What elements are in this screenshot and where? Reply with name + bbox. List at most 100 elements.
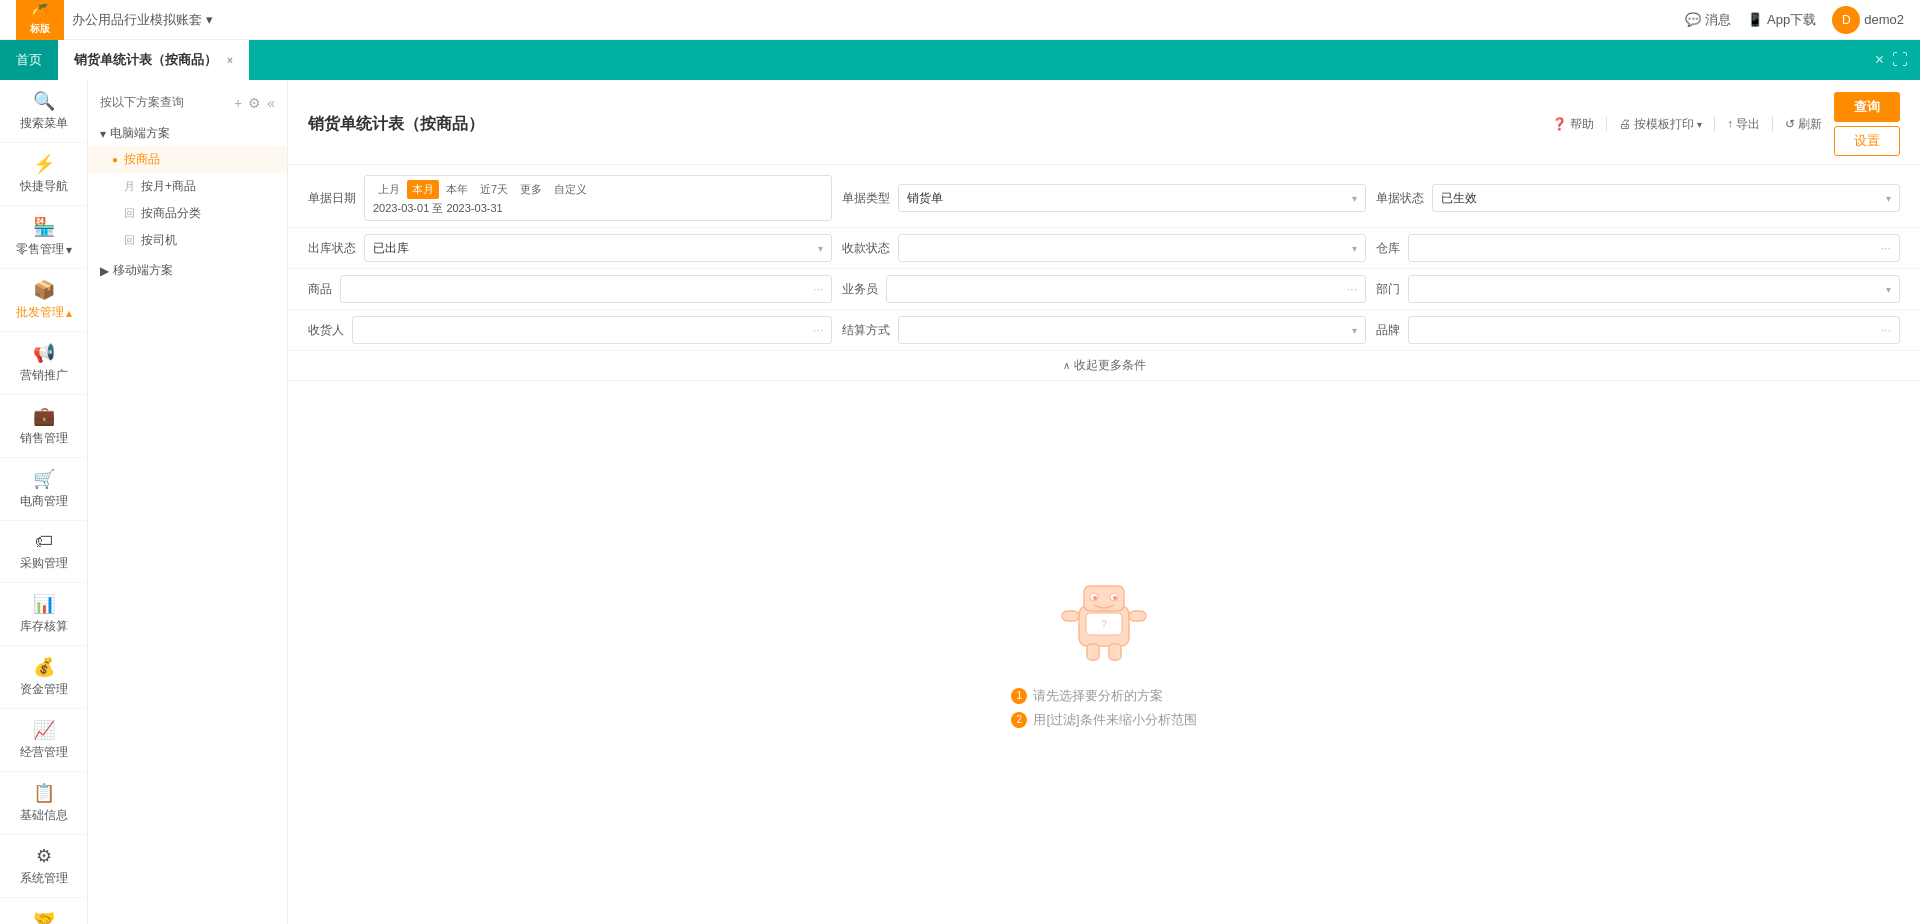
wholesale-arrow-icon: ▴: [66, 306, 72, 320]
sidebar-item-system[interactable]: ⚙ 系统管理: [0, 835, 87, 898]
help-btn[interactable]: ❓ 帮助: [1552, 116, 1594, 133]
sidebar-item-search-menu[interactable]: 🔍 搜索菜单: [0, 80, 87, 143]
tab-active[interactable]: 销货单统计表（按商品） ×: [58, 40, 249, 80]
filter-payment-control[interactable]: ▾: [898, 316, 1366, 344]
message-btn[interactable]: 💬 消息: [1685, 11, 1731, 29]
refresh-icon: ↺: [1785, 117, 1795, 131]
settings-btn[interactable]: 设置: [1834, 126, 1900, 156]
scheme-item-by-goods-category[interactable]: 回 按商品分类: [88, 200, 287, 227]
filter-goods-label: 商品: [308, 281, 340, 298]
window-max-icon[interactable]: ⛶: [1892, 51, 1908, 69]
operations-icon: 📈: [33, 719, 55, 741]
empty-tips: 1 请先选择要分析的方案 2 用[过滤]条件来缩小分析范围: [1011, 687, 1196, 735]
sidebar-item-retail[interactable]: 🏪 零售管理 ▾: [0, 206, 87, 269]
sidebar-item-quick-nav[interactable]: ⚡ 快捷导航: [0, 143, 87, 206]
filter-warehouse-control[interactable]: ···: [1408, 234, 1900, 262]
sidebar-item-ecommerce[interactable]: 🛒 电商管理: [0, 458, 87, 521]
out-status-dropdown-icon: ▾: [818, 243, 823, 254]
tip2-text: 用[过滤]条件来缩小分析范围: [1033, 711, 1196, 729]
scheme-group-mobile-header[interactable]: ▶ 移动端方案: [88, 258, 287, 283]
app-download-btn[interactable]: 📱 App下载: [1747, 11, 1816, 29]
filter-date-control[interactable]: 上月 本月 本年 近7天 更多 自定义 2023-03-01 至 2023-03…: [364, 175, 832, 221]
sidebar-label-marketing: 营销推广: [20, 367, 68, 384]
sidebar-item-marketing[interactable]: 📢 营销推广: [0, 332, 87, 395]
content-area: 按以下方案查询 + ⚙ « ▾ 电脑端方案 ● 按商品 月: [88, 80, 1920, 924]
date-btn-7days[interactable]: 近7天: [475, 180, 513, 199]
message-label: 消息: [1705, 11, 1731, 29]
filter-brand: 品牌 ···: [1376, 316, 1900, 344]
filter-type-control[interactable]: 销货单 ▾: [898, 184, 1366, 212]
svg-rect-9: [1109, 644, 1121, 660]
collapse-btn[interactable]: ∧ 收起更多条件: [288, 351, 1920, 381]
scheme-item-by-goods-category-label: 按商品分类: [141, 205, 201, 222]
date-btn-last-month[interactable]: 上月: [373, 180, 405, 199]
search-icon: 🔍: [33, 90, 55, 112]
filter-dept-label: 部门: [1376, 281, 1408, 298]
scheme-group-pc: ▾ 电脑端方案 ● 按商品 月 按月+商品 回 按商品分类 回 按司机: [88, 121, 287, 254]
sidebar-item-basics[interactable]: 📋 基础信息: [0, 772, 87, 835]
print-icon: 🖨: [1619, 117, 1631, 131]
app-dropdown-icon: ▾: [206, 12, 213, 27]
tab-close-icon[interactable]: ×: [227, 55, 233, 66]
main-action-btns: 查询 设置: [1834, 92, 1900, 156]
query-btn[interactable]: 查询: [1834, 92, 1900, 122]
sidebar-label-purchase: 采购管理: [20, 555, 68, 572]
export-btn[interactable]: ↑ 导出: [1727, 116, 1760, 133]
filter-out-status-control[interactable]: 已出库 ▾: [364, 234, 832, 262]
scheme-item-by-cashier[interactable]: 回 按司机: [88, 227, 287, 254]
scheme-item-by-goods[interactable]: ● 按商品: [88, 146, 287, 173]
refresh-btn[interactable]: ↺ 刷新: [1785, 116, 1822, 133]
print-template-btn[interactable]: 🖨 按模板打印 ▾: [1619, 116, 1702, 133]
filter-staff: 业务员 ···: [842, 275, 1366, 303]
filter-receiver-control[interactable]: ···: [352, 316, 832, 344]
filter-status-control[interactable]: 已生效 ▾: [1432, 184, 1900, 212]
sidebar-item-purchase[interactable]: 🏷 采购管理: [0, 521, 87, 583]
refresh-label: 刷新: [1798, 116, 1822, 133]
scheme-settings-btn[interactable]: ⚙: [248, 95, 261, 111]
filter-staff-label: 业务员: [842, 281, 886, 298]
tab-home[interactable]: 首页: [0, 40, 58, 80]
scheme-collapse-btn[interactable]: «: [267, 95, 275, 111]
date-btn-custom[interactable]: 自定义: [549, 180, 592, 199]
date-btn-this-month[interactable]: 本月: [407, 180, 439, 199]
filter-goods-control[interactable]: ···: [340, 275, 832, 303]
user-menu[interactable]: D demo2: [1832, 6, 1904, 34]
scheme-add-btn[interactable]: +: [234, 95, 242, 111]
scheme-group-pc-label: 电脑端方案: [110, 125, 170, 142]
help-label: 帮助: [1570, 116, 1594, 133]
sidebar-label-quick-nav: 快捷导航: [20, 178, 68, 195]
empty-robot-icon: ?: [1054, 571, 1154, 671]
divider2: [1714, 117, 1715, 131]
filter-pay-status-control[interactable]: ▾: [898, 234, 1366, 262]
type-dropdown-icon: ▾: [1352, 193, 1357, 204]
date-btn-this-year[interactable]: 本年: [441, 180, 473, 199]
sidebar-item-sales[interactable]: 💼 销售管理: [0, 395, 87, 458]
filter-date: 单据日期 上月 本月 本年 近7天 更多 自定义 2023-03-01 至 20…: [308, 175, 832, 221]
sidebar-item-enterprise[interactable]: 🤝 企业协同: [0, 898, 87, 924]
sidebar-item-operations[interactable]: 📈 经营管理: [0, 709, 87, 772]
page-header: 销货单统计表（按商品） ❓ 帮助 🖨 按模板打印 ▾ ↑: [288, 80, 1920, 165]
filter-doc-status: 单据状态 已生效 ▾: [1376, 184, 1900, 212]
sidebar-item-inventory[interactable]: 📊 库存核算: [0, 583, 87, 646]
basics-icon: 📋: [33, 782, 55, 804]
empty-tip-2: 2 用[过滤]条件来缩小分析范围: [1011, 711, 1196, 729]
filter-staff-control[interactable]: ···: [886, 275, 1366, 303]
main-content: 销货单统计表（按商品） ❓ 帮助 🖨 按模板打印 ▾ ↑: [288, 80, 1920, 924]
date-btn-more[interactable]: 更多: [515, 180, 547, 199]
window-close-icon[interactable]: ×: [1875, 51, 1884, 69]
filter-row-3: 商品 ··· 业务员 ··· 部门 ▾: [288, 269, 1920, 310]
app-selector[interactable]: 办公用品行业模拟账套 ▾: [72, 11, 213, 29]
tip-num-1: 1: [1011, 688, 1027, 704]
warehouse-dots: ···: [1881, 241, 1891, 255]
filter-dept-control[interactable]: ▾: [1408, 275, 1900, 303]
quick-nav-icon: ⚡: [33, 153, 55, 175]
sidebar-item-wholesale[interactable]: 📦 批发管理 ▴: [0, 269, 87, 332]
filter-goods: 商品 ···: [308, 275, 832, 303]
sidebar-item-finance[interactable]: 💰 资金管理: [0, 646, 87, 709]
filter-brand-control[interactable]: ···: [1408, 316, 1900, 344]
scheme-group-pc-header[interactable]: ▾ 电脑端方案: [88, 121, 287, 146]
left-panel: 按以下方案查询 + ⚙ « ▾ 电脑端方案 ● 按商品 月: [88, 80, 288, 924]
filter-row-1: 单据日期 上月 本月 本年 近7天 更多 自定义 2023-03-01 至 20…: [288, 165, 1920, 228]
scheme-item-by-month-goods[interactable]: 月 按月+商品: [88, 173, 287, 200]
svg-text:?: ?: [1101, 619, 1107, 630]
